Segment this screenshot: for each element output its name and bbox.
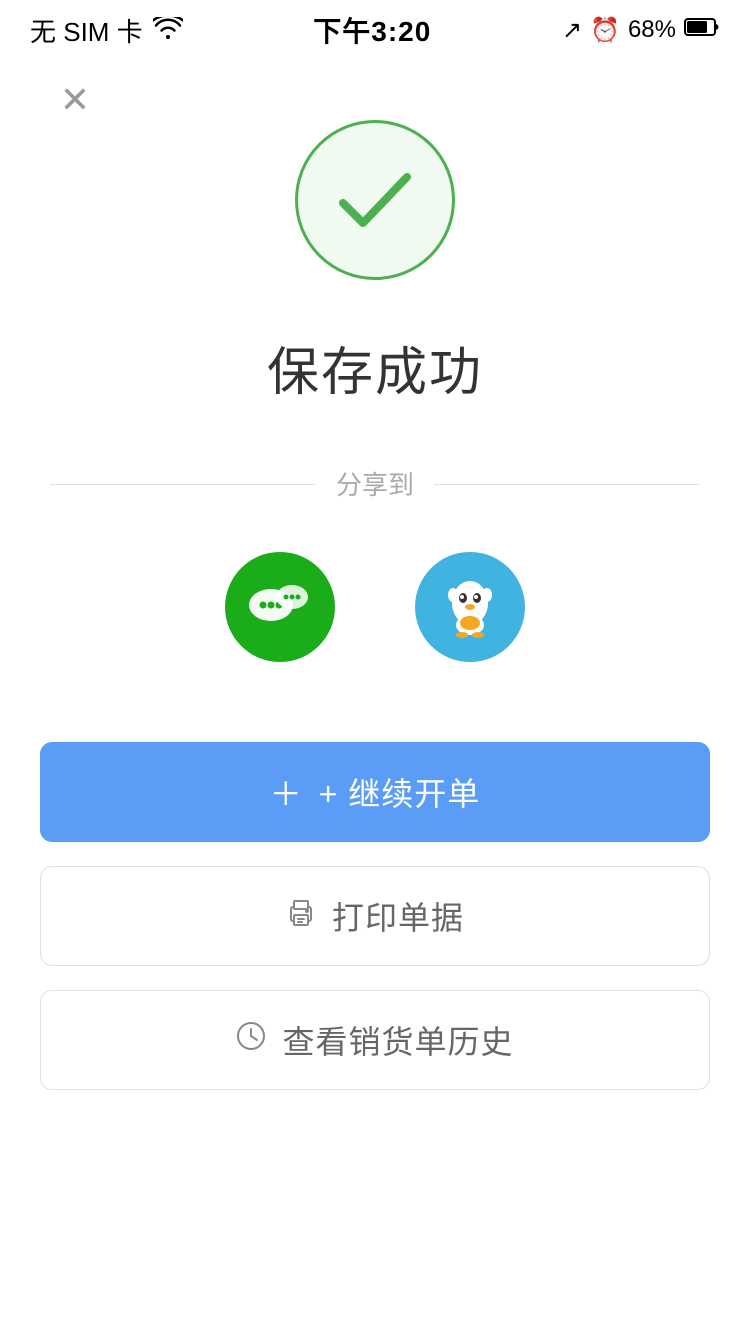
plus-icon: ＋ — [270, 769, 303, 815]
main-content: 保存成功 分享到 — [0, 60, 750, 1090]
wifi-icon — [153, 15, 183, 46]
clock-icon — [236, 1021, 266, 1059]
print-receipt-button[interactable]: 打印单据 — [40, 866, 710, 966]
success-icon-circle — [295, 120, 455, 280]
view-history-button[interactable]: 查看销货单历史 — [40, 990, 710, 1090]
location-icon: ↗ — [562, 16, 582, 45]
continue-order-label: + 继续开单 — [319, 769, 481, 815]
status-bar: 无 SIM 卡 下午3:20 ↗ ⏰ 68% — [0, 0, 750, 60]
printer-icon — [286, 898, 316, 935]
continue-order-button[interactable]: ＋ + 继续开单 — [40, 742, 710, 842]
wechat-icon — [246, 577, 314, 637]
alarm-icon: ⏰ — [590, 16, 620, 45]
share-section: 分享到 — [0, 465, 750, 502]
close-icon: ✕ — [60, 82, 90, 118]
status-left: 无 SIM 卡 — [30, 12, 183, 49]
qq-share-button[interactable] — [415, 552, 525, 662]
wechat-share-button[interactable] — [225, 552, 335, 662]
close-button[interactable]: ✕ — [50, 75, 100, 125]
qq-icon — [440, 573, 500, 641]
action-buttons: ＋ + 继续开单 打印单据 — [0, 742, 750, 1090]
social-icons-row — [225, 552, 525, 662]
battery-icon — [684, 16, 720, 44]
history-label: 查看销货单历史 — [282, 1017, 513, 1063]
status-time: 下午3:20 — [313, 10, 431, 50]
no-sim-label: 无 SIM 卡 — [30, 12, 143, 49]
checkmark-icon — [335, 165, 415, 235]
print-label: 打印单据 — [332, 893, 464, 939]
status-right: ↗ ⏰ 68% — [562, 16, 720, 45]
share-label: 分享到 — [316, 465, 434, 502]
battery-label: 68% — [628, 16, 676, 44]
success-title: 保存成功 — [267, 330, 483, 405]
